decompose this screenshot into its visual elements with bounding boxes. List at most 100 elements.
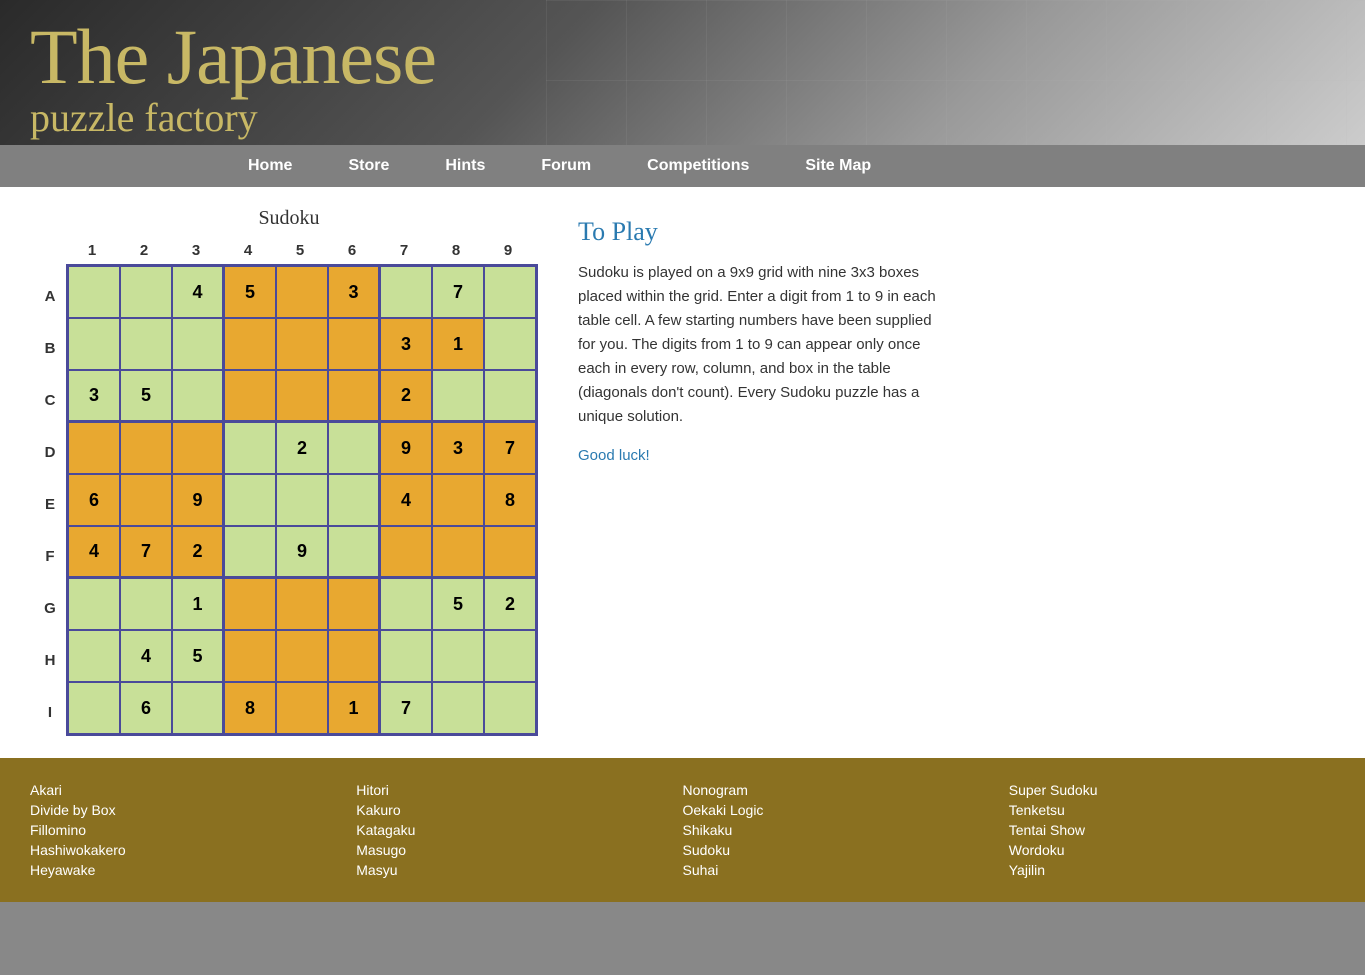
cell-r6-c3[interactable]: 2	[172, 526, 224, 578]
footer-link-hashiwokakero[interactable]: Hashiwokakero	[30, 842, 356, 858]
cell-r5-c6[interactable]	[328, 474, 380, 526]
cell-r3-c6[interactable]	[328, 370, 380, 422]
footer-link-masyu[interactable]: Masyu	[356, 862, 682, 878]
footer-link-sudoku[interactable]: Sudoku	[683, 842, 1009, 858]
cell-r6-c1[interactable]: 4	[68, 526, 120, 578]
footer-link-wordoku[interactable]: Wordoku	[1009, 842, 1335, 858]
cell-r5-c1[interactable]: 6	[68, 474, 120, 526]
cell-r6-c6[interactable]	[328, 526, 380, 578]
cell-r2-c3[interactable]	[172, 318, 224, 370]
footer-link-akari[interactable]: Akari	[30, 782, 356, 798]
cell-r4-c1[interactable]	[68, 422, 120, 474]
footer-link-oekaki-logic[interactable]: Oekaki Logic	[683, 802, 1009, 818]
footer-link-tentai-show[interactable]: Tentai Show	[1009, 822, 1335, 838]
cell-r8-c8[interactable]	[432, 630, 484, 682]
cell-r1-c8[interactable]: 7	[432, 266, 484, 318]
cell-r7-c2[interactable]	[120, 578, 172, 630]
cell-r7-c4[interactable]	[224, 578, 276, 630]
cell-r3-c2[interactable]: 5	[120, 370, 172, 422]
cell-r1-c7[interactable]	[380, 266, 432, 318]
cell-r9-c4[interactable]: 8	[224, 682, 276, 734]
cell-r3-c3[interactable]	[172, 370, 224, 422]
cell-r7-c6[interactable]	[328, 578, 380, 630]
footer-link-super-sudoku[interactable]: Super Sudoku	[1009, 782, 1335, 798]
cell-r5-c9[interactable]: 8	[484, 474, 536, 526]
cell-r4-c8[interactable]: 3	[432, 422, 484, 474]
footer-link-masugo[interactable]: Masugo	[356, 842, 682, 858]
cell-r9-c2[interactable]: 6	[120, 682, 172, 734]
cell-r9-c9[interactable]	[484, 682, 536, 734]
cell-r8-c6[interactable]	[328, 630, 380, 682]
cell-r1-c6[interactable]: 3	[328, 266, 380, 318]
nav-item-site-map[interactable]: Site Map	[777, 145, 899, 187]
footer-link-tenketsu[interactable]: Tenketsu	[1009, 802, 1335, 818]
cell-r8-c7[interactable]	[380, 630, 432, 682]
cell-r9-c6[interactable]: 1	[328, 682, 380, 734]
cell-r4-c9[interactable]: 7	[484, 422, 536, 474]
cell-r7-c8[interactable]: 5	[432, 578, 484, 630]
cell-r8-c3[interactable]: 5	[172, 630, 224, 682]
cell-r1-c3[interactable]: 4	[172, 266, 224, 318]
cell-r5-c3[interactable]: 9	[172, 474, 224, 526]
cell-r9-c1[interactable]	[68, 682, 120, 734]
nav-item-competitions[interactable]: Competitions	[619, 145, 777, 187]
cell-r1-c5[interactable]	[276, 266, 328, 318]
nav-item-home[interactable]: Home	[220, 145, 320, 187]
cell-r7-c5[interactable]	[276, 578, 328, 630]
cell-r7-c9[interactable]: 2	[484, 578, 536, 630]
cell-r1-c2[interactable]	[120, 266, 172, 318]
cell-r3-c9[interactable]	[484, 370, 536, 422]
cell-r3-c7[interactable]: 2	[380, 370, 432, 422]
nav-item-hints[interactable]: Hints	[417, 145, 513, 187]
footer-link-suhai[interactable]: Suhai	[683, 862, 1009, 878]
cell-r1-c9[interactable]	[484, 266, 536, 318]
cell-r3-c5[interactable]	[276, 370, 328, 422]
cell-r3-c8[interactable]	[432, 370, 484, 422]
footer-link-katagaku[interactable]: Katagaku	[356, 822, 682, 838]
cell-r5-c7[interactable]: 4	[380, 474, 432, 526]
nav-item-store[interactable]: Store	[320, 145, 417, 187]
cell-r5-c5[interactable]	[276, 474, 328, 526]
footer-link-nonogram[interactable]: Nonogram	[683, 782, 1009, 798]
cell-r8-c5[interactable]	[276, 630, 328, 682]
cell-r4-c4[interactable]	[224, 422, 276, 474]
cell-r4-c5[interactable]: 2	[276, 422, 328, 474]
cell-r6-c5[interactable]: 9	[276, 526, 328, 578]
cell-r3-c4[interactable]	[224, 370, 276, 422]
cell-r9-c5[interactable]	[276, 682, 328, 734]
cell-r5-c4[interactable]	[224, 474, 276, 526]
cell-r3-c1[interactable]: 3	[68, 370, 120, 422]
cell-r6-c2[interactable]: 7	[120, 526, 172, 578]
cell-r6-c9[interactable]	[484, 526, 536, 578]
cell-r8-c2[interactable]: 4	[120, 630, 172, 682]
footer-link-hitori[interactable]: Hitori	[356, 782, 682, 798]
cell-r9-c3[interactable]	[172, 682, 224, 734]
footer-link-fillomino[interactable]: Fillomino	[30, 822, 356, 838]
cell-r8-c9[interactable]	[484, 630, 536, 682]
cell-r6-c4[interactable]	[224, 526, 276, 578]
cell-r2-c9[interactable]	[484, 318, 536, 370]
cell-r1-c4[interactable]: 5	[224, 266, 276, 318]
cell-r5-c2[interactable]	[120, 474, 172, 526]
cell-r4-c6[interactable]	[328, 422, 380, 474]
cell-r9-c8[interactable]	[432, 682, 484, 734]
cell-r7-c1[interactable]	[68, 578, 120, 630]
cell-r2-c8[interactable]: 1	[432, 318, 484, 370]
cell-r7-c7[interactable]	[380, 578, 432, 630]
cell-r7-c3[interactable]: 1	[172, 578, 224, 630]
cell-r9-c7[interactable]: 7	[380, 682, 432, 734]
footer-link-shikaku[interactable]: Shikaku	[683, 822, 1009, 838]
cell-r2-c2[interactable]	[120, 318, 172, 370]
footer-link-kakuro[interactable]: Kakuro	[356, 802, 682, 818]
footer-link-heyawake[interactable]: Heyawake	[30, 862, 356, 878]
cell-r6-c7[interactable]	[380, 526, 432, 578]
cell-r4-c3[interactable]	[172, 422, 224, 474]
cell-r6-c8[interactable]	[432, 526, 484, 578]
cell-r8-c1[interactable]	[68, 630, 120, 682]
cell-r2-c1[interactable]	[68, 318, 120, 370]
cell-r2-c5[interactable]	[276, 318, 328, 370]
footer-link-divide-by-box[interactable]: Divide by Box	[30, 802, 356, 818]
footer-link-yajilin[interactable]: Yajilin	[1009, 862, 1335, 878]
nav-item-forum[interactable]: Forum	[513, 145, 619, 187]
cell-r4-c2[interactable]	[120, 422, 172, 474]
